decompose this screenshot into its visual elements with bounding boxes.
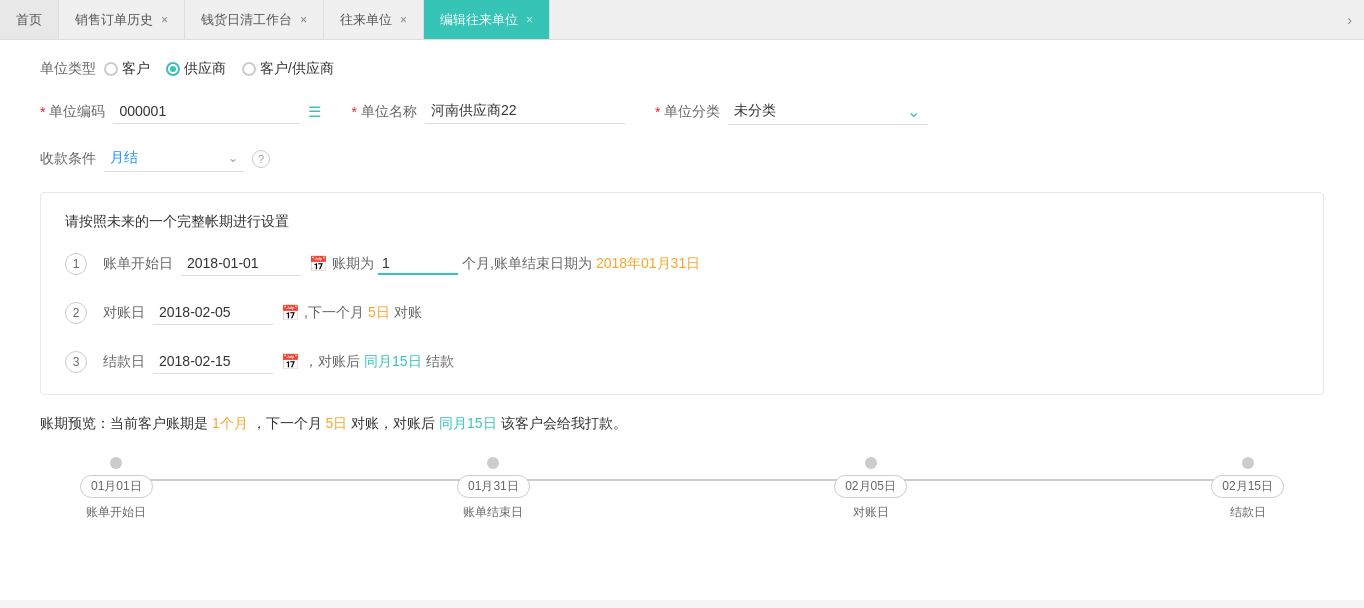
payment-terms-label: 收款条件 [40,150,96,168]
timeline-label-box-4: 02月15日 [1211,475,1284,498]
tab-edit-partner[interactable]: 编辑往来单位 × [424,0,550,39]
timeline-sub-2: 账单结束日 [463,504,523,521]
step-3-highlight-day: 同月15日 [364,353,422,371]
unit-code-label: 单位编码 [49,103,105,121]
radio-customer-label: 客户 [122,60,150,78]
step-3-prefix-text: ，对账后 [304,353,360,371]
timeline-label-box-1: 01月01日 [80,475,153,498]
step-3-calendar-icon[interactable]: 📅 [281,353,300,371]
unit-type-label: 单位类型 [40,60,96,78]
timeline-dot-3 [865,457,877,469]
unit-name-group: * 单位名称 [351,99,624,124]
step-1-end-date: 2018年01月31日 [596,255,700,273]
unit-category-star: * [655,104,660,120]
step-2-number: 2 [65,302,87,324]
step-2-date-input[interactable] [153,300,273,325]
step-1-row: 1 账单开始日 📅 账期为 个月,账单结束日期为 2018年01月31日 [65,251,1299,276]
radio-customer-supplier-label: 客户/供应商 [260,60,334,78]
preview-end: 该客户会给我打款。 [501,415,627,431]
step-2-prefix-text: ,下一个月 [304,304,364,322]
unit-type-radio-group: 客户 供应商 客户/供应商 [104,60,334,78]
radio-customer-circle [104,62,118,76]
timeline-point-4: 02月15日 结款日 [1211,457,1284,521]
preview-suffix: 对账，对账后 [351,415,435,431]
radio-supplier-label: 供应商 [184,60,226,78]
unit-info-row: * 单位编码 ☰ * 单位名称 * 单位分类 未分类 ⌄ [40,98,1324,125]
payment-terms-row: 收款条件 月结 ⌄ ? [40,145,1324,172]
tab-more-arrow[interactable]: › [1335,0,1364,39]
radio-supplier[interactable]: 供应商 [166,60,226,78]
step-2-end-text: 对账 [394,304,422,322]
unit-code-copy-icon[interactable]: ☰ [308,103,321,121]
radio-customer-supplier[interactable]: 客户/供应商 [242,60,334,78]
help-icon[interactable]: ? [252,150,270,168]
step-3-label: 结款日 [103,353,145,371]
step-1-number: 1 [65,253,87,275]
step-1-label: 账单开始日 [103,255,173,273]
timeline-point-3: 02月05日 对账日 [834,457,907,521]
tab-edit-partner-close[interactable]: × [526,13,533,27]
timeline-label-box-3: 02月05日 [834,475,907,498]
timeline-point-1: 01月01日 账单开始日 [80,457,153,521]
preview-text: 账期预览：当前客户账期是 1个月 ，下一个月 5日 对账，对账后 同月15日 该… [40,415,1324,433]
unit-category-select[interactable]: 未分类 ⌄ [728,98,928,125]
timeline-sub-1: 账单开始日 [86,504,146,521]
section-title: 请按照未来的一个完整帐期进行设置 [65,213,1299,231]
tab-sales-history-close[interactable]: × [161,13,168,27]
step-3-date-input[interactable] [153,349,273,374]
timeline-container: 01月01日 账单开始日 01月31日 账单结束日 02月05日 对账日 02月… [40,457,1324,521]
preview-months: 1个月 [212,415,248,431]
step-3-row: 3 结款日 📅 ，对账后 同月15日 结款 [65,349,1299,374]
tab-cash-work[interactable]: 钱货日清工作台 × [185,0,324,39]
radio-supplier-circle [166,62,180,76]
step-2-calendar-icon[interactable]: 📅 [281,304,300,322]
unit-name-star: * [351,104,356,120]
preview-day: 5日 [325,415,347,431]
step-1-date-input[interactable] [181,251,301,276]
tab-sales-history[interactable]: 销售订单历史 × [59,0,185,39]
payment-terms-chevron-icon: ⌄ [228,151,238,165]
timeline-points: 01月01日 账单开始日 01月31日 账单结束日 02月05日 对账日 02月… [80,457,1284,521]
step-1-period-input[interactable] [378,253,458,275]
step-3-number: 3 [65,351,87,373]
unit-category-label: 单位分类 [664,103,720,121]
step-2-label: 对账日 [103,304,145,322]
step-1-calendar-icon[interactable]: 📅 [309,255,328,273]
preview-pay-day: 同月15日 [439,415,497,431]
timeline-label-box-2: 01月31日 [457,475,530,498]
step-1-suffix-text: 个月,账单结束日期为 [462,255,592,273]
unit-category-value: 未分类 [728,98,899,124]
preview-mid: ，下一个月 [252,415,322,431]
tab-home[interactable]: 首页 [0,0,59,39]
settings-section: 请按照未来的一个完整帐期进行设置 1 账单开始日 📅 账期为 个月,账单结束日期… [40,192,1324,395]
timeline-sub-4: 结款日 [1230,504,1266,521]
radio-customer[interactable]: 客户 [104,60,150,78]
step-1-mid-text: 账期为 [332,255,374,273]
tab-cash-work-close[interactable]: × [300,13,307,27]
timeline-sub-3: 对账日 [853,504,889,521]
unit-category-group: * 单位分类 未分类 ⌄ [655,98,928,125]
timeline-point-2: 01月31日 账单结束日 [457,457,530,521]
step-3-end-text: 结款 [426,353,454,371]
category-chevron-icon: ⌄ [899,102,928,121]
unit-name-label: 单位名称 [361,103,417,121]
step-2-row: 2 对账日 📅 ,下一个月 5日 对账 [65,300,1299,325]
step-2-highlight-day: 5日 [368,304,390,322]
timeline-dot-4 [1242,457,1254,469]
payment-terms-select[interactable]: 月结 ⌄ [104,145,244,172]
tab-bar: 首页 销售订单历史 × 钱货日清工作台 × 往来单位 × 编辑往来单位 × › [0,0,1364,40]
tab-partner[interactable]: 往来单位 × [324,0,424,39]
tab-partner-close[interactable]: × [400,13,407,27]
timeline-dot-1 [110,457,122,469]
unit-name-input[interactable] [425,99,625,124]
unit-type-row: 单位类型 客户 供应商 客户/供应商 [40,60,1324,78]
unit-code-star: * [40,104,45,120]
unit-code-group: * 单位编码 ☰ [40,99,321,124]
preview-prefix: 账期预览：当前客户账期是 [40,415,208,431]
radio-customer-supplier-circle [242,62,256,76]
timeline-dot-2 [487,457,499,469]
unit-code-input[interactable] [113,99,300,124]
payment-terms-value: 月结 [110,149,222,167]
main-content: 单位类型 客户 供应商 客户/供应商 * 单位编码 ☰ * [0,40,1364,600]
